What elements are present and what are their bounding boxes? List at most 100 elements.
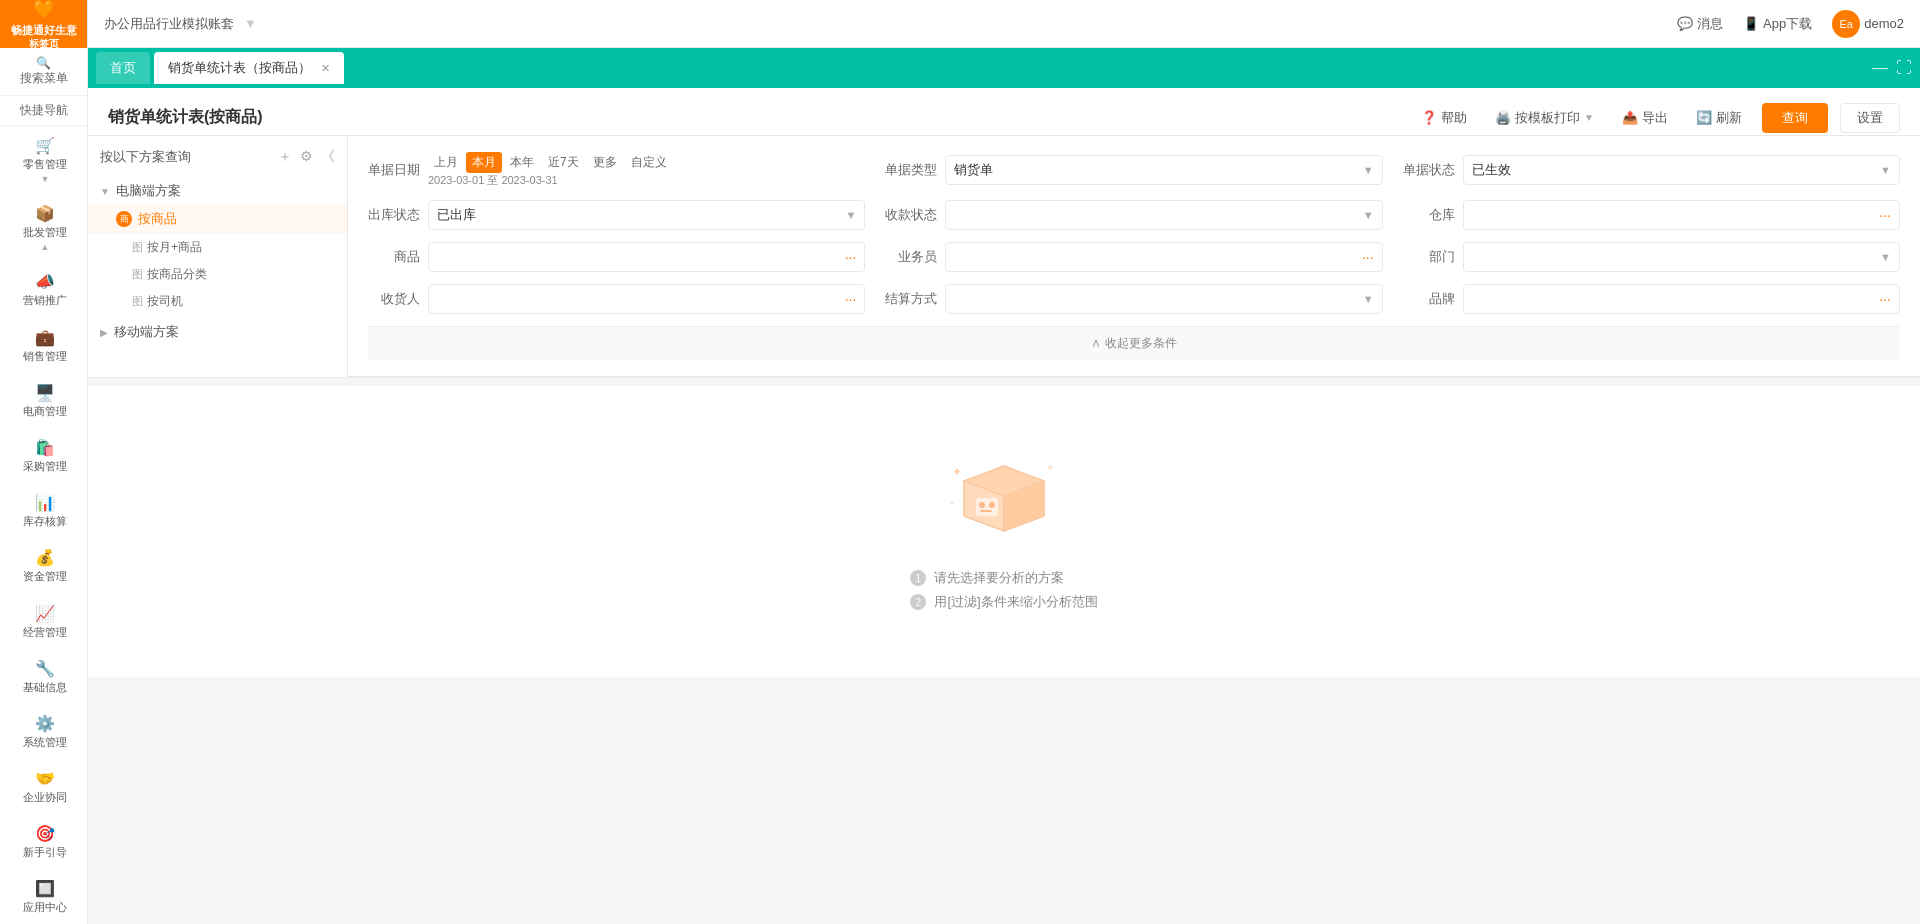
- messages-btn[interactable]: 💬 消息: [1677, 15, 1723, 33]
- tip-num-1: 1: [910, 570, 926, 586]
- recvstatus-control[interactable]: ▼: [945, 200, 1382, 230]
- quicknav-label: 快捷导航: [0, 102, 87, 119]
- filter-item-by-category[interactable]: 图 按商品分类: [88, 261, 347, 288]
- date-tab-more[interactable]: 更多: [587, 152, 623, 173]
- filter-item-by-driver[interactable]: 图 按司机: [88, 288, 347, 315]
- avatar-text: Ea: [1840, 18, 1853, 30]
- filter-item-by-goods[interactable]: 商 按商品: [88, 204, 347, 234]
- date-tab-current-year[interactable]: 本年: [504, 152, 540, 173]
- finance-icon: 💰: [35, 548, 55, 567]
- svg-point-5: [979, 502, 985, 508]
- goods-dots: ···: [845, 249, 857, 265]
- staff-control[interactable]: ···: [945, 242, 1382, 272]
- guide-label: 新手引导: [23, 846, 67, 859]
- sidebar-quicknav[interactable]: 快捷导航: [0, 96, 87, 126]
- empty-icon-wrapper: ✦ ✦ ✦: [944, 446, 1064, 549]
- date-tab-current-month[interactable]: 本月: [466, 152, 502, 173]
- marketing-label: 营销推广: [23, 294, 67, 307]
- sidebar-item-corp[interactable]: 🤝 企业协同: [0, 759, 87, 814]
- corp-icon: 🤝: [35, 769, 55, 788]
- retail-icon: 🛒: [35, 136, 55, 155]
- sales-tab-label: 销货单统计表（按商品）: [168, 59, 311, 77]
- sidebar-search[interactable]: 🔍 搜索菜单: [0, 48, 87, 96]
- receiver-control[interactable]: ···: [428, 284, 865, 314]
- dept-label: 部门: [1403, 248, 1455, 266]
- system-label: 系统管理: [23, 736, 67, 749]
- tab-maximize-btn[interactable]: ⛶: [1896, 59, 1912, 77]
- sidebar-item-purchase[interactable]: 🛍️ 采购管理: [0, 428, 87, 483]
- sidebar-item-basics[interactable]: 🔧 基础信息: [0, 649, 87, 704]
- user-info[interactable]: Ea demo2: [1832, 10, 1904, 38]
- sidebar-item-marketing[interactable]: 📣 营销推广: [0, 262, 87, 317]
- page-content: 销货单统计表(按商品) ❓ 帮助 🖨️ 按模板打印 ▼ 📤 导出 🔄 刷新: [88, 88, 1920, 924]
- tab-close-btn[interactable]: ✕: [321, 62, 330, 75]
- tip-num-2: 2: [910, 594, 926, 610]
- collapse-more-btn[interactable]: ∧ 收起更多条件: [368, 326, 1900, 360]
- app-download-btn[interactable]: 📱 App下载: [1743, 15, 1812, 33]
- operations-label: 经营管理: [23, 626, 67, 639]
- filter-item-by-month-goods[interactable]: 图 按月+商品: [88, 234, 347, 261]
- page-title: 销货单统计表(按商品): [108, 107, 263, 128]
- add-scheme-btn[interactable]: ＋: [278, 148, 292, 166]
- docstatus-control[interactable]: 已生效 ▼: [1463, 155, 1900, 185]
- export-btn[interactable]: 📤 导出: [1614, 105, 1676, 131]
- doctype-control[interactable]: 销货单 ▼: [945, 155, 1382, 185]
- filter-sidebar-header: 按以下方案查询 ＋ ⚙ 《: [88, 148, 347, 174]
- dept-control[interactable]: ▼: [1463, 242, 1900, 272]
- collapse-sidebar-btn[interactable]: 《: [321, 148, 335, 166]
- brand-dots: ···: [1879, 291, 1891, 307]
- help-label: 帮助: [1441, 109, 1467, 127]
- settle-control[interactable]: ▼: [945, 284, 1382, 314]
- docstatus-label: 单据状态: [1403, 161, 1455, 179]
- operations-icon: 📈: [35, 604, 55, 623]
- sidebar-item-inventory[interactable]: 📊 库存核算: [0, 483, 87, 538]
- sidebar-item-apps[interactable]: 🔲 应用中心: [0, 869, 87, 924]
- group-mobile-label: 移动端方案: [114, 323, 179, 341]
- date-tab-7days[interactable]: 近7天: [542, 152, 585, 173]
- breadcrumb-arrow: ▼: [244, 16, 257, 31]
- sidebar-item-ecommerce[interactable]: 🖥️ 电商管理: [0, 373, 87, 428]
- help-btn[interactable]: ❓ 帮助: [1413, 105, 1475, 131]
- filter-group-desktop-title[interactable]: ▼ 电脑端方案: [88, 178, 347, 204]
- filter-group-mobile-title[interactable]: ▶ 移动端方案: [88, 319, 347, 345]
- settings-button[interactable]: 设置: [1840, 103, 1900, 133]
- purchase-icon: 🛍️: [35, 438, 55, 457]
- warehouse-label: 仓库: [1403, 206, 1455, 224]
- sidebar-item-finance[interactable]: 💰 资金管理: [0, 538, 87, 593]
- page-header-actions: ❓ 帮助 🖨️ 按模板打印 ▼ 📤 导出 🔄 刷新 查询 设置: [1413, 103, 1900, 133]
- search-label: 搜索菜单: [6, 70, 81, 87]
- download-icon: 📱: [1743, 16, 1759, 31]
- tab-home[interactable]: 首页: [96, 52, 150, 84]
- tab-sales-stats[interactable]: 销货单统计表（按商品） ✕: [154, 52, 344, 84]
- settle-label: 结算方式: [885, 290, 937, 308]
- sidebar-item-operations[interactable]: 📈 经营管理: [0, 594, 87, 649]
- refresh-btn[interactable]: 🔄 刷新: [1688, 105, 1750, 131]
- query-button[interactable]: 查询: [1762, 103, 1828, 133]
- by-goods-icon: 商: [116, 211, 132, 227]
- warehouse-control[interactable]: ···: [1463, 200, 1900, 230]
- sidebar: 🧡 畅捷通好生意 标签页 🔍 搜索菜单 快捷导航 🛒 零售管理 ▼ 📦 批发管理…: [0, 0, 88, 924]
- print-btn[interactable]: 🖨️ 按模板打印 ▼: [1487, 105, 1602, 131]
- sidebar-item-guide[interactable]: 🎯 新手引导: [0, 814, 87, 869]
- date-tab-last-month[interactable]: 上月: [428, 152, 464, 173]
- top-header: 办公用品行业模拟账套 ▼ 💬 消息 📱 App下载 Ea demo2: [88, 0, 1920, 48]
- outstatus-control[interactable]: 已出库 ▼: [428, 200, 865, 230]
- retail-label: 零售管理: [23, 158, 67, 171]
- sidebar-item-sales[interactable]: 💼 销售管理: [0, 318, 87, 373]
- sidebar-item-wholesale[interactable]: 📦 批发管理 ▲: [0, 194, 87, 262]
- date-label: 单据日期: [368, 161, 420, 179]
- sidebar-item-system[interactable]: ⚙️ 系统管理: [0, 704, 87, 759]
- settings-scheme-btn[interactable]: ⚙: [300, 148, 313, 166]
- empty-tip-2: 2 用[过滤]条件来缩小分析范围: [910, 593, 1097, 611]
- brand-control[interactable]: ···: [1463, 284, 1900, 314]
- ecommerce-icon: 🖥️: [35, 383, 55, 402]
- tip-text-2: 用[过滤]条件来缩小分析范围: [934, 593, 1097, 611]
- goods-control[interactable]: ···: [428, 242, 865, 272]
- app-download-label: App下载: [1763, 15, 1812, 33]
- sidebar-item-retail[interactable]: 🛒 零售管理 ▼: [0, 126, 87, 194]
- export-icon: 📤: [1622, 110, 1638, 125]
- date-tab-custom[interactable]: 自定义: [625, 152, 673, 173]
- recvstatus-label: 收款状态: [885, 206, 937, 224]
- header-left: 办公用品行业模拟账套 ▼: [104, 15, 259, 33]
- tab-minimize-btn[interactable]: —: [1872, 59, 1888, 77]
